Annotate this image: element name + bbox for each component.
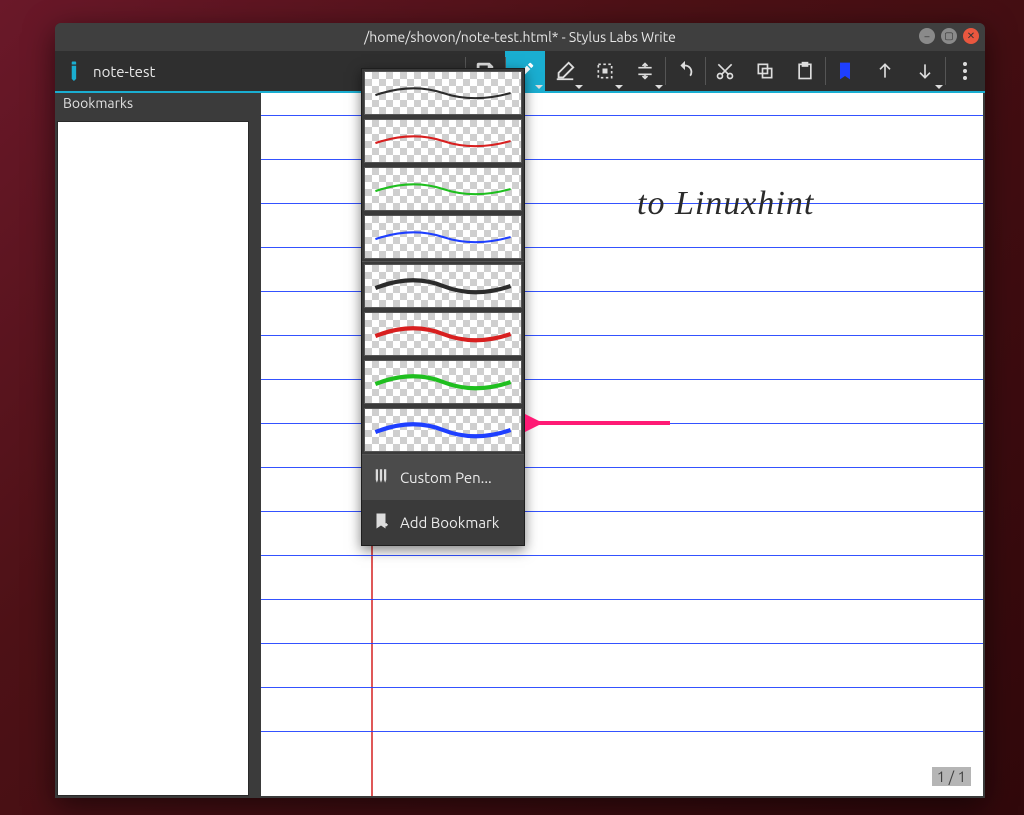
- select-icon: [595, 61, 615, 81]
- eraser-icon: [554, 60, 576, 82]
- minimize-button[interactable]: –: [919, 28, 935, 44]
- page-counter: 1 / 1: [932, 767, 971, 786]
- bookmark-button[interactable]: [825, 51, 865, 91]
- undo-button[interactable]: [665, 51, 705, 91]
- maximize-button[interactable]: ▢: [941, 28, 957, 44]
- pens-icon: [372, 467, 390, 488]
- window-title: /home/shovon/note-test.html* - Stylus La…: [55, 29, 985, 45]
- eraser-button[interactable]: [545, 51, 585, 91]
- insert-space-icon: [635, 61, 655, 81]
- copy-button[interactable]: [745, 51, 785, 91]
- arrow-down-icon: [915, 61, 935, 81]
- cut-button[interactable]: [705, 51, 745, 91]
- overflow-menu-button[interactable]: [945, 51, 985, 91]
- pen-dropdown: Custom Pen... Add Bookmark: [361, 68, 525, 546]
- close-button[interactable]: ✕: [963, 28, 979, 44]
- titlebar: /home/shovon/note-test.html* - Stylus La…: [55, 23, 985, 51]
- document-tab-label: note-test: [93, 63, 155, 80]
- pen-swatch-thin-black[interactable]: [364, 71, 522, 115]
- bookmark-icon: [835, 60, 855, 82]
- annotation-arrow: [525, 408, 675, 438]
- sidebar-header: Bookmarks: [55, 93, 251, 121]
- pen-swatch-thick-blue[interactable]: [364, 408, 522, 452]
- pen-swatch-thick-red[interactable]: [364, 312, 522, 356]
- pencil-icon: [60, 56, 90, 86]
- undo-icon: [674, 60, 696, 82]
- custom-pen-label: Custom Pen...: [400, 469, 492, 486]
- pen-swatch-thick-green[interactable]: [364, 360, 522, 404]
- bookmarks-list[interactable]: [57, 121, 249, 796]
- next-page-button[interactable]: [905, 51, 945, 91]
- bookmarks-sidebar: Bookmarks: [55, 93, 251, 798]
- pen-swatch-thin-blue[interactable]: [364, 215, 522, 259]
- bookmark-add-icon: [372, 512, 390, 533]
- pen-swatch-thick-black[interactable]: [364, 264, 522, 308]
- handwriting-text: to Linuxhint: [637, 185, 814, 223]
- kebab-icon: [962, 61, 968, 81]
- prev-page-button[interactable]: [865, 51, 905, 91]
- add-bookmark-menu-item[interactable]: Add Bookmark: [362, 500, 524, 545]
- document-tab[interactable]: note-test: [55, 51, 169, 91]
- copy-icon: [755, 61, 775, 81]
- cut-icon: [715, 61, 735, 81]
- paste-icon: [795, 61, 815, 81]
- arrow-up-icon: [875, 61, 895, 81]
- add-bookmark-label: Add Bookmark: [400, 514, 499, 531]
- paste-button[interactable]: [785, 51, 825, 91]
- pen-swatch-thin-green[interactable]: [364, 167, 522, 211]
- insert-space-button[interactable]: [625, 51, 665, 91]
- custom-pen-menu-item[interactable]: Custom Pen...: [362, 455, 524, 500]
- select-button[interactable]: [585, 51, 625, 91]
- pen-swatch-thin-red[interactable]: [364, 119, 522, 163]
